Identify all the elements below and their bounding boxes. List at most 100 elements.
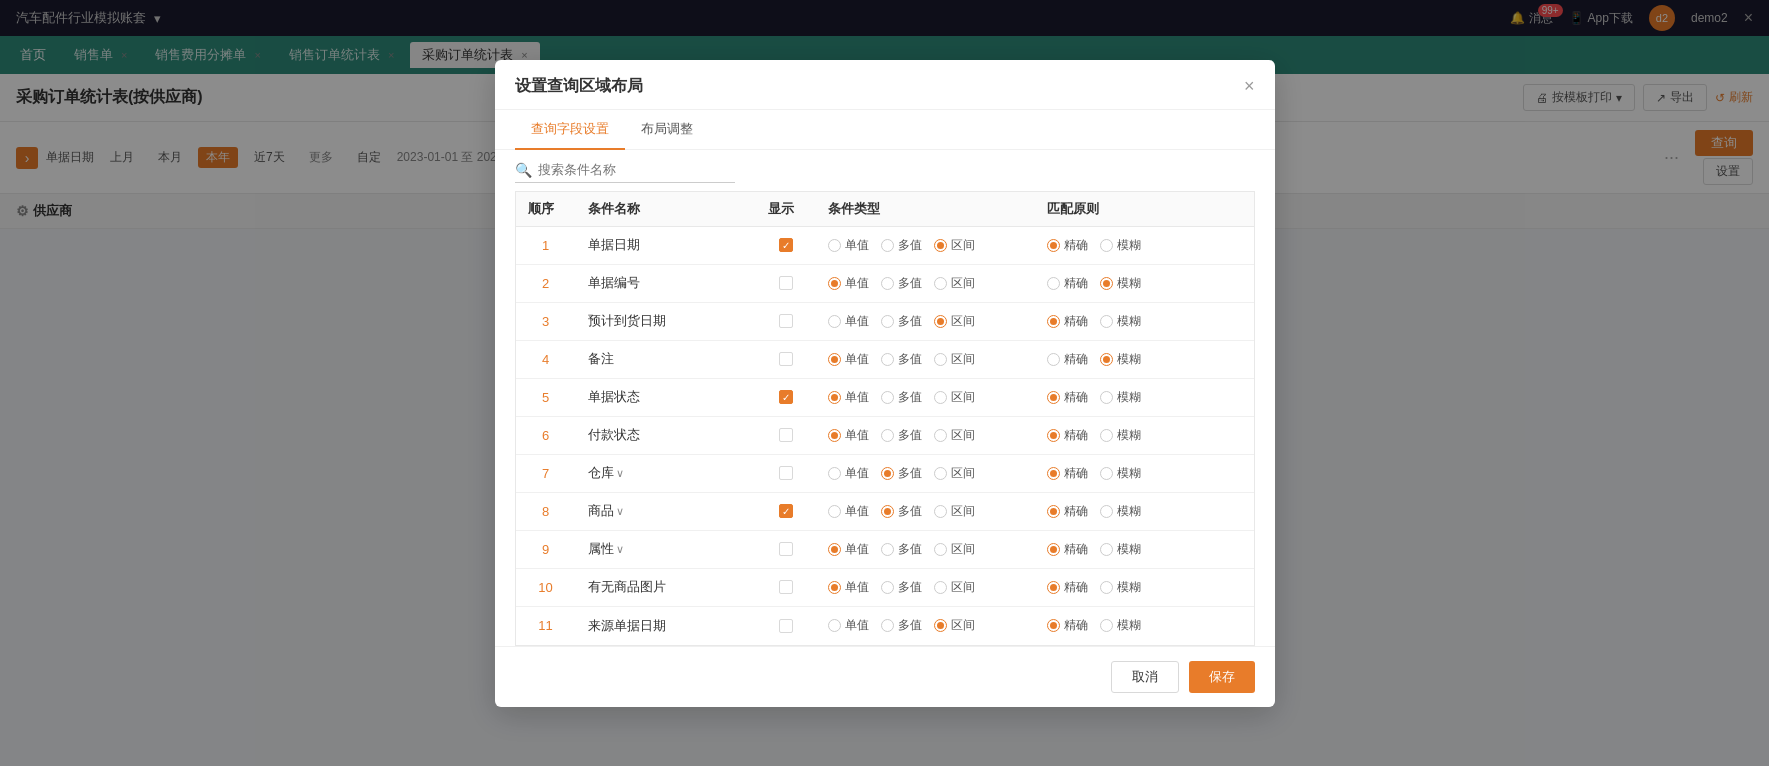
dropdown-arrow-icon[interactable]: ∨ <box>616 543 624 556</box>
row-name-9: 有无商品图片 <box>576 572 756 602</box>
radio-type-多值-0[interactable]: 多值 <box>881 237 922 254</box>
save-button[interactable]: 保存 <box>1189 661 1255 693</box>
radio-match-模糊-4[interactable]: 模糊 <box>1100 389 1141 406</box>
radio-type-区间-6[interactable]: 区间 <box>934 465 975 482</box>
radio-type-区间-8[interactable]: 区间 <box>934 541 975 558</box>
radio-circle-icon <box>1100 239 1113 252</box>
radio-match-精确-8[interactable]: 精确 <box>1047 541 1088 558</box>
radio-circle-icon <box>828 391 841 404</box>
radio-label: 区间 <box>951 617 975 634</box>
table-row: 6付款状态单值多值区间精确模糊 <box>516 417 1254 455</box>
radio-match-模糊-10[interactable]: 模糊 <box>1100 617 1141 634</box>
radio-match-精确-0[interactable]: 精确 <box>1047 237 1088 254</box>
row-order-6: 7 <box>516 460 576 487</box>
radio-match-模糊-0[interactable]: 模糊 <box>1100 237 1141 254</box>
radio-match-模糊-3[interactable]: 模糊 <box>1100 351 1141 368</box>
dropdown-arrow-icon[interactable]: ∨ <box>616 505 624 518</box>
radio-circle-icon <box>934 353 947 366</box>
radio-match-精确-3[interactable]: 精确 <box>1047 351 1088 368</box>
dropdown-arrow-icon[interactable]: ∨ <box>616 467 624 480</box>
radio-type-多值-3[interactable]: 多值 <box>881 351 922 368</box>
row-checkbox-0[interactable] <box>779 238 793 252</box>
radio-label: 模糊 <box>1117 389 1141 406</box>
radio-circle-icon <box>934 315 947 328</box>
radio-match-精确-5[interactable]: 精确 <box>1047 427 1088 444</box>
radio-circle-icon <box>881 467 894 480</box>
header-match: 匹配原则 <box>1035 200 1254 218</box>
radio-match-模糊-8[interactable]: 模糊 <box>1100 541 1141 558</box>
radio-match-模糊-9[interactable]: 模糊 <box>1100 579 1141 596</box>
row-checkbox-4[interactable] <box>779 390 793 404</box>
row-checkbox-5[interactable] <box>779 428 793 442</box>
radio-type-区间-7[interactable]: 区间 <box>934 503 975 520</box>
dialog-close-button[interactable]: × <box>1244 77 1255 95</box>
radio-type-单值-2[interactable]: 单值 <box>828 313 869 330</box>
radio-match-精确-2[interactable]: 精确 <box>1047 313 1088 330</box>
radio-type-多值-8[interactable]: 多值 <box>881 541 922 558</box>
radio-label: 多值 <box>898 351 922 368</box>
radio-type-多值-5[interactable]: 多值 <box>881 427 922 444</box>
row-checkbox-1[interactable] <box>779 276 793 290</box>
radio-match-模糊-7[interactable]: 模糊 <box>1100 503 1141 520</box>
cancel-button[interactable]: 取消 <box>1111 661 1179 693</box>
radio-match-精确-9[interactable]: 精确 <box>1047 579 1088 596</box>
table-row: 2单据编号单值多值区间精确模糊 <box>516 265 1254 303</box>
row-checkbox-10[interactable] <box>779 619 793 633</box>
radio-type-单值-0[interactable]: 单值 <box>828 237 869 254</box>
tab-query-fields[interactable]: 查询字段设置 <box>515 110 625 150</box>
row-name-2: 预计到货日期 <box>576 306 756 336</box>
radio-match-精确-7[interactable]: 精确 <box>1047 503 1088 520</box>
radio-type-区间-0[interactable]: 区间 <box>934 237 975 254</box>
radio-type-单值-1[interactable]: 单值 <box>828 275 869 292</box>
radio-type-单值-10[interactable]: 单值 <box>828 617 869 634</box>
radio-label: 模糊 <box>1117 427 1141 444</box>
radio-type-区间-5[interactable]: 区间 <box>934 427 975 444</box>
table-row: 7仓库 ∨单值多值区间精确模糊 <box>516 455 1254 493</box>
search-input[interactable] <box>538 162 735 177</box>
row-type-cell-1: 单值多值区间 <box>816 269 1035 298</box>
radio-type-单值-9[interactable]: 单值 <box>828 579 869 596</box>
radio-match-模糊-6[interactable]: 模糊 <box>1100 465 1141 482</box>
radio-type-单值-7[interactable]: 单值 <box>828 503 869 520</box>
radio-type-多值-2[interactable]: 多值 <box>881 313 922 330</box>
radio-type-单值-6[interactable]: 单值 <box>828 465 869 482</box>
search-box: 🔍 <box>515 162 735 183</box>
row-checkbox-cell-1 <box>756 270 816 296</box>
radio-type-多值-9[interactable]: 多值 <box>881 579 922 596</box>
radio-type-多值-10[interactable]: 多值 <box>881 617 922 634</box>
radio-type-多值-1[interactable]: 多值 <box>881 275 922 292</box>
radio-type-区间-4[interactable]: 区间 <box>934 389 975 406</box>
radio-type-单值-3[interactable]: 单值 <box>828 351 869 368</box>
radio-type-多值-7[interactable]: 多值 <box>881 503 922 520</box>
radio-match-模糊-5[interactable]: 模糊 <box>1100 427 1141 444</box>
row-checkbox-6[interactable] <box>779 466 793 480</box>
radio-circle-icon <box>1047 505 1060 518</box>
tab-layout-adjust[interactable]: 布局调整 <box>625 110 709 150</box>
row-checkbox-cell-9 <box>756 574 816 600</box>
radio-type-多值-4[interactable]: 多值 <box>881 389 922 406</box>
radio-type-多值-6[interactable]: 多值 <box>881 465 922 482</box>
radio-match-精确-1[interactable]: 精确 <box>1047 275 1088 292</box>
row-checkbox-7[interactable] <box>779 504 793 518</box>
radio-circle-icon <box>934 391 947 404</box>
radio-match-精确-6[interactable]: 精确 <box>1047 465 1088 482</box>
row-checkbox-8[interactable] <box>779 542 793 556</box>
radio-match-模糊-2[interactable]: 模糊 <box>1100 313 1141 330</box>
radio-type-单值-8[interactable]: 单值 <box>828 541 869 558</box>
radio-label: 单值 <box>845 313 869 330</box>
radio-match-精确-10[interactable]: 精确 <box>1047 617 1088 634</box>
radio-match-精确-4[interactable]: 精确 <box>1047 389 1088 406</box>
radio-type-单值-4[interactable]: 单值 <box>828 389 869 406</box>
row-checkbox-9[interactable] <box>779 580 793 594</box>
row-order-2: 3 <box>516 308 576 335</box>
radio-type-区间-10[interactable]: 区间 <box>934 617 975 634</box>
row-checkbox-3[interactable] <box>779 352 793 366</box>
radio-type-区间-9[interactable]: 区间 <box>934 579 975 596</box>
radio-type-区间-1[interactable]: 区间 <box>934 275 975 292</box>
dialog-tabs: 查询字段设置 布局调整 <box>495 110 1275 150</box>
radio-match-模糊-1[interactable]: 模糊 <box>1100 275 1141 292</box>
radio-type-区间-3[interactable]: 区间 <box>934 351 975 368</box>
row-checkbox-2[interactable] <box>779 314 793 328</box>
radio-type-单值-5[interactable]: 单值 <box>828 427 869 444</box>
radio-type-区间-2[interactable]: 区间 <box>934 313 975 330</box>
